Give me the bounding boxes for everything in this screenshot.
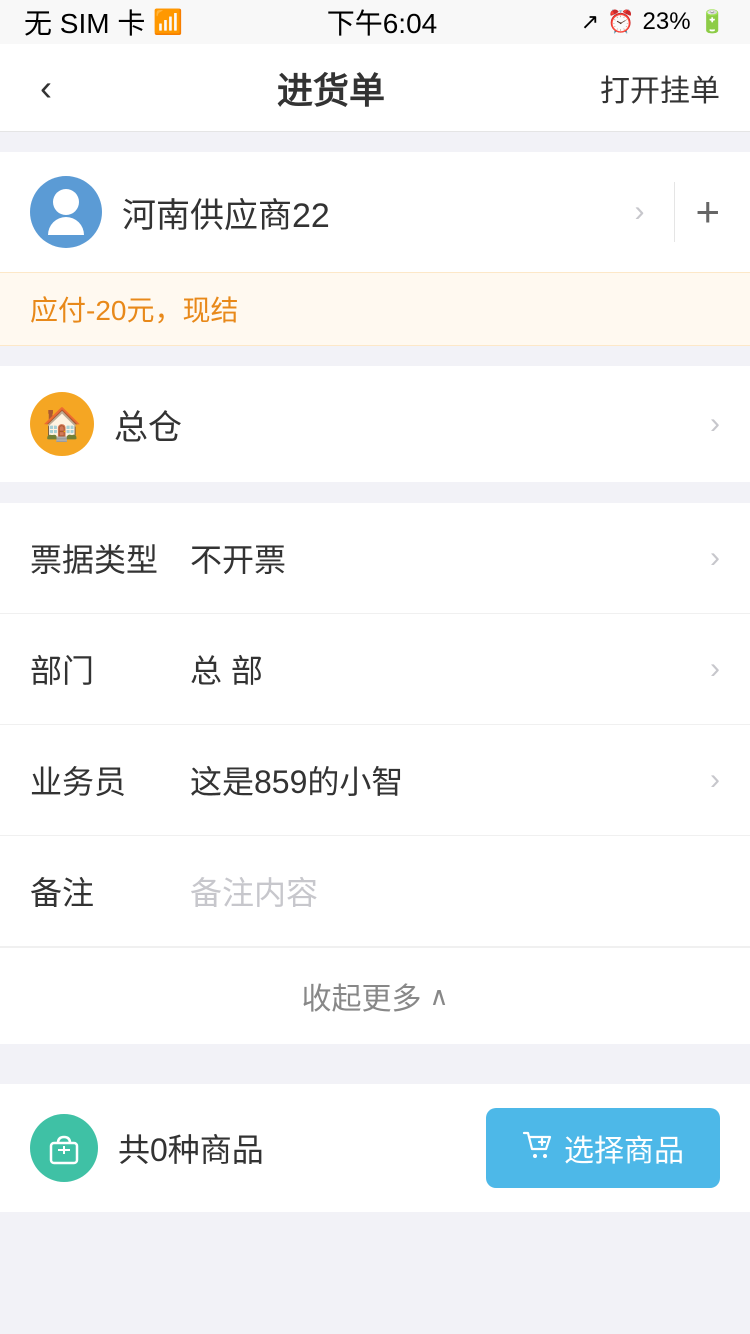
- invoice-type-chevron-right-icon: ›: [710, 541, 720, 575]
- cart-svg-icon: [522, 1131, 554, 1159]
- supplier-chevron-right-icon: ›: [634, 195, 644, 229]
- section-gap-4: [0, 1044, 750, 1064]
- product-count: 共0种商品: [118, 1125, 486, 1171]
- notice-text: 应付-20元，现结: [30, 295, 238, 326]
- battery-label: 23%: [643, 8, 691, 36]
- collapse-row[interactable]: 收起更多 ∧: [0, 947, 750, 1044]
- avatar-body: [48, 217, 84, 235]
- warehouse-chevron-right-icon: ›: [710, 407, 720, 441]
- status-right: ↗ ⏰ 23% 🔋: [581, 8, 726, 36]
- department-row[interactable]: 部门 总 部 ›: [0, 614, 750, 725]
- avatar-person-icon: [48, 189, 84, 235]
- salesperson-value: 这是859的小智: [190, 757, 710, 803]
- warehouse-icon: 🏠: [42, 405, 82, 443]
- alarm-icon: ⏰: [607, 9, 634, 35]
- salesperson-chevron-right-icon: ›: [710, 763, 720, 797]
- collapse-text: 收起更多: [301, 974, 421, 1018]
- supplier-row[interactable]: 河南供应商22 › +: [0, 152, 750, 272]
- department-chevron-right-icon: ›: [710, 652, 720, 686]
- section-gap-1: [0, 132, 750, 152]
- remark-input[interactable]: 备注内容: [190, 868, 720, 914]
- salesperson-row[interactable]: 业务员 这是859的小智 ›: [0, 725, 750, 836]
- invoice-type-row[interactable]: 票据类型 不开票 ›: [0, 503, 750, 614]
- form-section: 票据类型 不开票 › 部门 总 部 › 业务员 这是859的小智 › 备注 备注…: [0, 503, 750, 1044]
- product-bar: 共0种商品 选择商品: [0, 1084, 750, 1212]
- cart-icon: [522, 1131, 554, 1166]
- wifi-icon: 📶: [153, 8, 183, 37]
- carrier-label: 无 SIM 卡: [24, 2, 145, 42]
- battery-icon: 🔋: [699, 9, 726, 35]
- invoice-type-value: 不开票: [190, 535, 710, 581]
- product-icon-wrap: [30, 1114, 98, 1182]
- remark-label: 备注: [30, 868, 190, 914]
- back-button[interactable]: ‹: [30, 57, 62, 119]
- invoice-type-label: 票据类型: [30, 535, 190, 581]
- warehouse-row[interactable]: 🏠 总仓 ›: [0, 366, 750, 483]
- warehouse-name: 总仓: [114, 400, 710, 449]
- supplier-name: 河南供应商22: [122, 188, 634, 237]
- department-value: 总 部: [190, 646, 710, 692]
- section-gap-2: [0, 346, 750, 366]
- supplier-section: 河南供应商22 › + 应付-20元，现结: [0, 152, 750, 346]
- select-product-label: 选择商品: [564, 1126, 684, 1170]
- section-gap-3: [0, 483, 750, 503]
- open-pending-button[interactable]: 打开挂单: [600, 66, 720, 110]
- app-container: 无 SIM 卡 📶 下午6:04 ↗ ⏰ 23% 🔋 ‹ 进货单 打开挂单 河南…: [0, 0, 750, 1334]
- product-bag-icon: [45, 1129, 83, 1167]
- notice-banner: 应付-20元，现结: [0, 272, 750, 346]
- add-button[interactable]: +: [674, 182, 720, 242]
- status-bar: 无 SIM 卡 📶 下午6:04 ↗ ⏰ 23% 🔋: [0, 0, 750, 44]
- department-label: 部门: [30, 646, 190, 692]
- salesperson-label: 业务员: [30, 757, 190, 803]
- status-left: 无 SIM 卡 📶: [24, 2, 183, 42]
- status-time: 下午6:04: [327, 2, 438, 42]
- remark-row[interactable]: 备注 备注内容: [0, 836, 750, 947]
- collapse-arrow-icon: ∧: [429, 981, 448, 1012]
- avatar-head: [53, 189, 79, 215]
- warehouse-icon-wrap: 🏠: [30, 392, 94, 456]
- nav-bar: ‹ 进货单 打开挂单: [0, 44, 750, 132]
- select-product-button[interactable]: 选择商品: [486, 1108, 720, 1188]
- avatar: [30, 176, 102, 248]
- page-title: 进货单: [277, 62, 385, 114]
- location-icon: ↗: [581, 9, 599, 35]
